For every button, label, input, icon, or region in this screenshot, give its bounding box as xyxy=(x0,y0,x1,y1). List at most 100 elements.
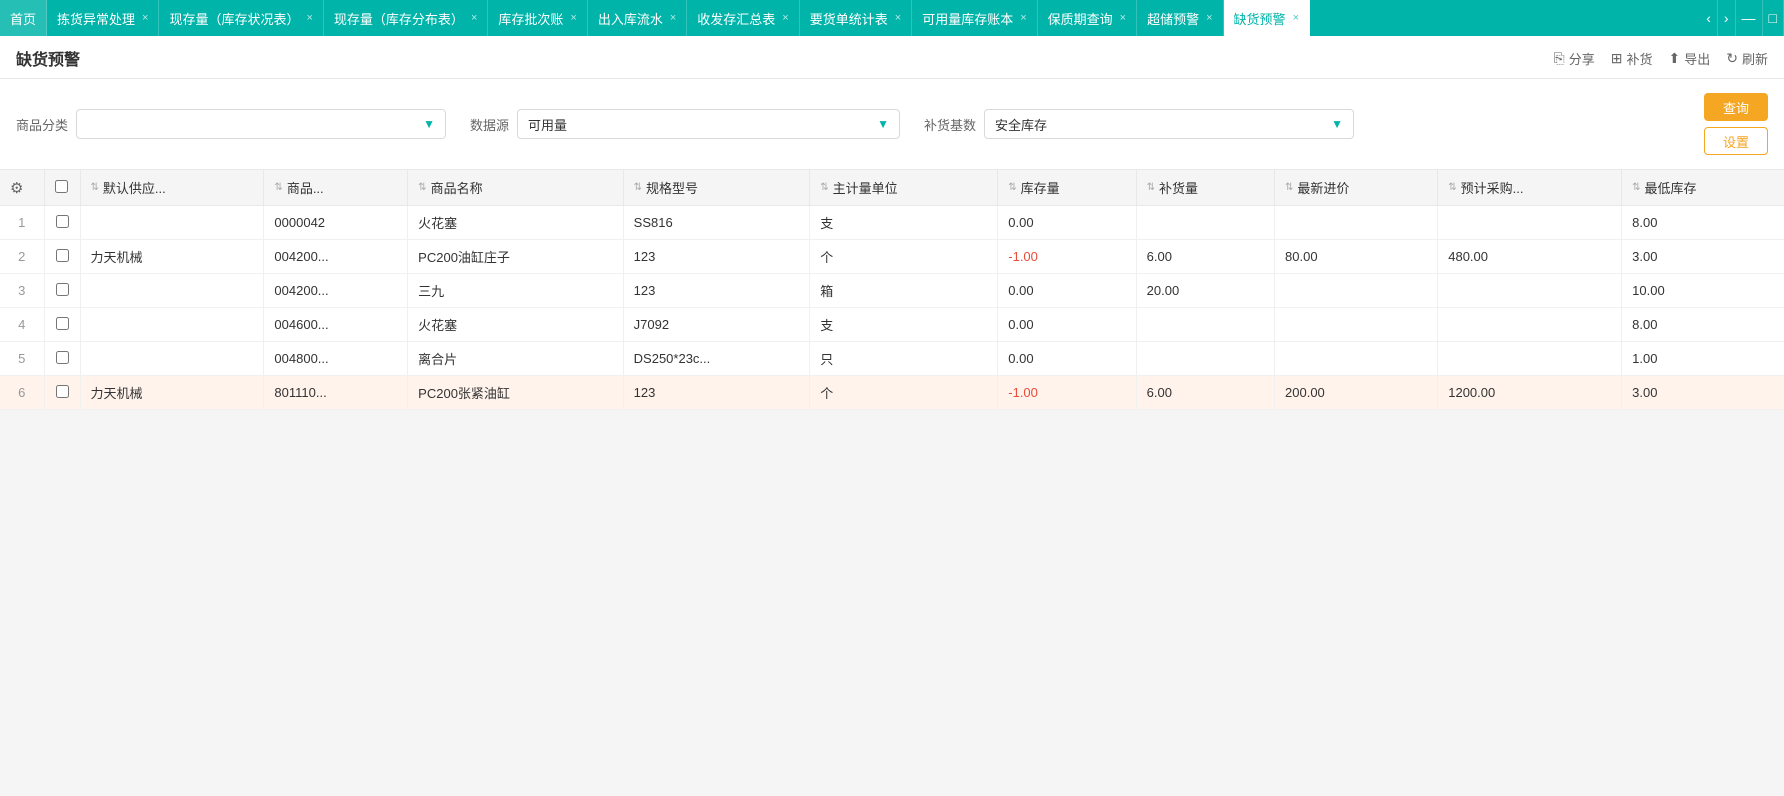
sort-icon[interactable]: ⇅ xyxy=(1632,182,1640,193)
row-settings-cell: 2 xyxy=(0,240,44,274)
row-estimated-purchase xyxy=(1438,308,1622,342)
sort-icon[interactable]: ⇅ xyxy=(1285,182,1293,193)
settings-button[interactable]: 设置 xyxy=(1704,127,1768,155)
row-checkbox[interactable] xyxy=(56,283,69,296)
close-icon[interactable]: × xyxy=(570,12,576,24)
close-icon[interactable]: × xyxy=(1293,12,1299,24)
row-product-name: PC200油缸庄子 xyxy=(408,240,623,274)
row-unit: 个 xyxy=(810,240,998,274)
row-checkbox-cell xyxy=(44,308,80,342)
tab-recv-send-summary[interactable]: 收发存汇总表 × xyxy=(687,0,799,36)
sort-icon[interactable]: ⇅ xyxy=(820,182,828,193)
col-replenish-qty: ⇅ 补货量 xyxy=(1136,170,1274,206)
sort-icon[interactable]: ⇅ xyxy=(634,182,642,193)
refresh-button[interactable]: ↻ 刷新 xyxy=(1726,49,1768,68)
row-estimated-purchase xyxy=(1438,342,1622,376)
row-product-code: 004200... xyxy=(264,274,408,308)
replenish-button[interactable]: ⊞ 补货 xyxy=(1611,49,1653,68)
replenish-label: 补货基数 xyxy=(924,115,976,134)
tab-shortage-warning[interactable]: 缺货预警 × xyxy=(1224,0,1310,36)
select-all-checkbox[interactable] xyxy=(55,180,68,193)
close-icon[interactable]: × xyxy=(142,12,148,24)
col-settings: ⚙ xyxy=(0,170,44,206)
row-spec: SS816 xyxy=(623,206,810,240)
row-checkbox[interactable] xyxy=(56,385,69,398)
row-estimated-purchase xyxy=(1438,274,1622,308)
table-body: 1 0000042 火花塞 SS816 支 0.00 8.00 2 力天机械 0… xyxy=(0,206,1784,410)
row-stock: 0.00 xyxy=(998,206,1136,240)
close-icon[interactable]: × xyxy=(782,12,788,24)
row-latest-price xyxy=(1275,206,1438,240)
row-replenish-qty xyxy=(1136,206,1274,240)
close-icon[interactable]: × xyxy=(1120,12,1126,24)
tab-batch-account[interactable]: 库存批次账 × xyxy=(488,0,587,36)
row-product-code: 0000042 xyxy=(264,206,408,240)
col-checkbox xyxy=(44,170,80,206)
share-button[interactable]: ⎘ 分享 xyxy=(1554,49,1595,68)
sort-icon[interactable]: ⇅ xyxy=(1448,182,1456,193)
table-header-row: ⚙ ⇅ 默认供应... ⇅ 商品... xyxy=(0,170,1784,206)
row-checkbox-cell xyxy=(44,342,80,376)
tab-home[interactable]: 首页 xyxy=(0,0,47,36)
col-estimated-purchase: ⇅ 预计采购... xyxy=(1438,170,1622,206)
close-icon[interactable]: × xyxy=(895,12,901,24)
row-checkbox[interactable] xyxy=(56,317,69,330)
row-replenish-qty: 6.00 xyxy=(1136,376,1274,410)
row-checkbox[interactable] xyxy=(56,215,69,228)
chevron-down-icon: ▼ xyxy=(423,117,435,131)
datasource-select[interactable]: 可用量 ▼ xyxy=(517,109,900,139)
row-latest-price: 200.00 xyxy=(1275,376,1438,410)
category-select[interactable]: ▼ xyxy=(76,109,446,139)
row-stock: 0.00 xyxy=(998,342,1136,376)
row-latest-price xyxy=(1275,308,1438,342)
datasource-label: 数据源 xyxy=(470,115,509,134)
row-settings-cell: 1 xyxy=(0,206,44,240)
sort-icon[interactable]: ⇅ xyxy=(1008,182,1016,193)
nav-left-arrow[interactable]: ‹ xyxy=(1700,0,1718,36)
tab-inventory-distribution[interactable]: 现存量（库存分布表） × xyxy=(324,0,488,36)
close-icon[interactable]: × xyxy=(670,12,676,24)
query-button[interactable]: 查询 xyxy=(1704,93,1768,121)
export-button[interactable]: ⬆ 导出 xyxy=(1669,49,1711,68)
nav-maximize[interactable]: □ xyxy=(1763,0,1784,36)
tab-expiry-query[interactable]: 保质期查询 × xyxy=(1038,0,1137,36)
export-icon: ⬆ xyxy=(1669,50,1681,67)
sort-icon[interactable]: ⇅ xyxy=(91,182,99,193)
row-checkbox-cell xyxy=(44,206,80,240)
tab-available-ledger[interactable]: 可用量库存账本 × xyxy=(912,0,1037,36)
sort-icon[interactable]: ⇅ xyxy=(1147,182,1155,193)
close-icon[interactable]: × xyxy=(471,12,477,24)
nav-right-arrow[interactable]: › xyxy=(1718,0,1736,36)
row-checkbox[interactable] xyxy=(56,351,69,364)
replenish-select[interactable]: 安全库存 ▼ xyxy=(984,109,1354,139)
row-estimated-purchase: 480.00 xyxy=(1438,240,1622,274)
close-icon[interactable]: × xyxy=(1206,12,1212,24)
row-supplier xyxy=(80,308,264,342)
nav-minimize[interactable]: — xyxy=(1736,0,1763,36)
row-replenish-qty xyxy=(1136,342,1274,376)
settings-icon[interactable]: ⚙ xyxy=(10,180,23,197)
table-row: 3 004200... 三九 123 箱 0.00 20.00 10.00 xyxy=(0,274,1784,308)
tab-inventory-status[interactable]: 现存量（库存状况表） × xyxy=(159,0,323,36)
sort-icon[interactable]: ⇅ xyxy=(274,182,282,193)
datasource-filter-group: 数据源 可用量 ▼ xyxy=(470,109,900,139)
table-row: 4 004600... 火花塞 J7092 支 0.00 8.00 xyxy=(0,308,1784,342)
close-icon[interactable]: × xyxy=(306,12,312,24)
tab-inout-flow[interactable]: 出入库流水 × xyxy=(588,0,687,36)
category-filter-group: 商品分类 ▼ xyxy=(16,109,446,139)
row-checkbox-cell xyxy=(44,274,80,308)
row-min-stock: 3.00 xyxy=(1622,376,1784,410)
row-settings-cell: 3 xyxy=(0,274,44,308)
tab-picking-exception[interactable]: 拣货异常处理 × xyxy=(47,0,159,36)
row-product-code: 004200... xyxy=(264,240,408,274)
row-checkbox[interactable] xyxy=(56,249,69,262)
row-min-stock: 8.00 xyxy=(1622,206,1784,240)
row-replenish-qty: 20.00 xyxy=(1136,274,1274,308)
tab-overstock-warning[interactable]: 超储预警 × xyxy=(1137,0,1223,36)
tab-requisition-stat[interactable]: 要货单统计表 × xyxy=(800,0,912,36)
close-icon[interactable]: × xyxy=(1020,12,1026,24)
row-product-code: 801110... xyxy=(264,376,408,410)
row-settings-cell: 5 xyxy=(0,342,44,376)
sort-icon[interactable]: ⇅ xyxy=(418,182,426,193)
refresh-icon: ↻ xyxy=(1726,50,1738,67)
